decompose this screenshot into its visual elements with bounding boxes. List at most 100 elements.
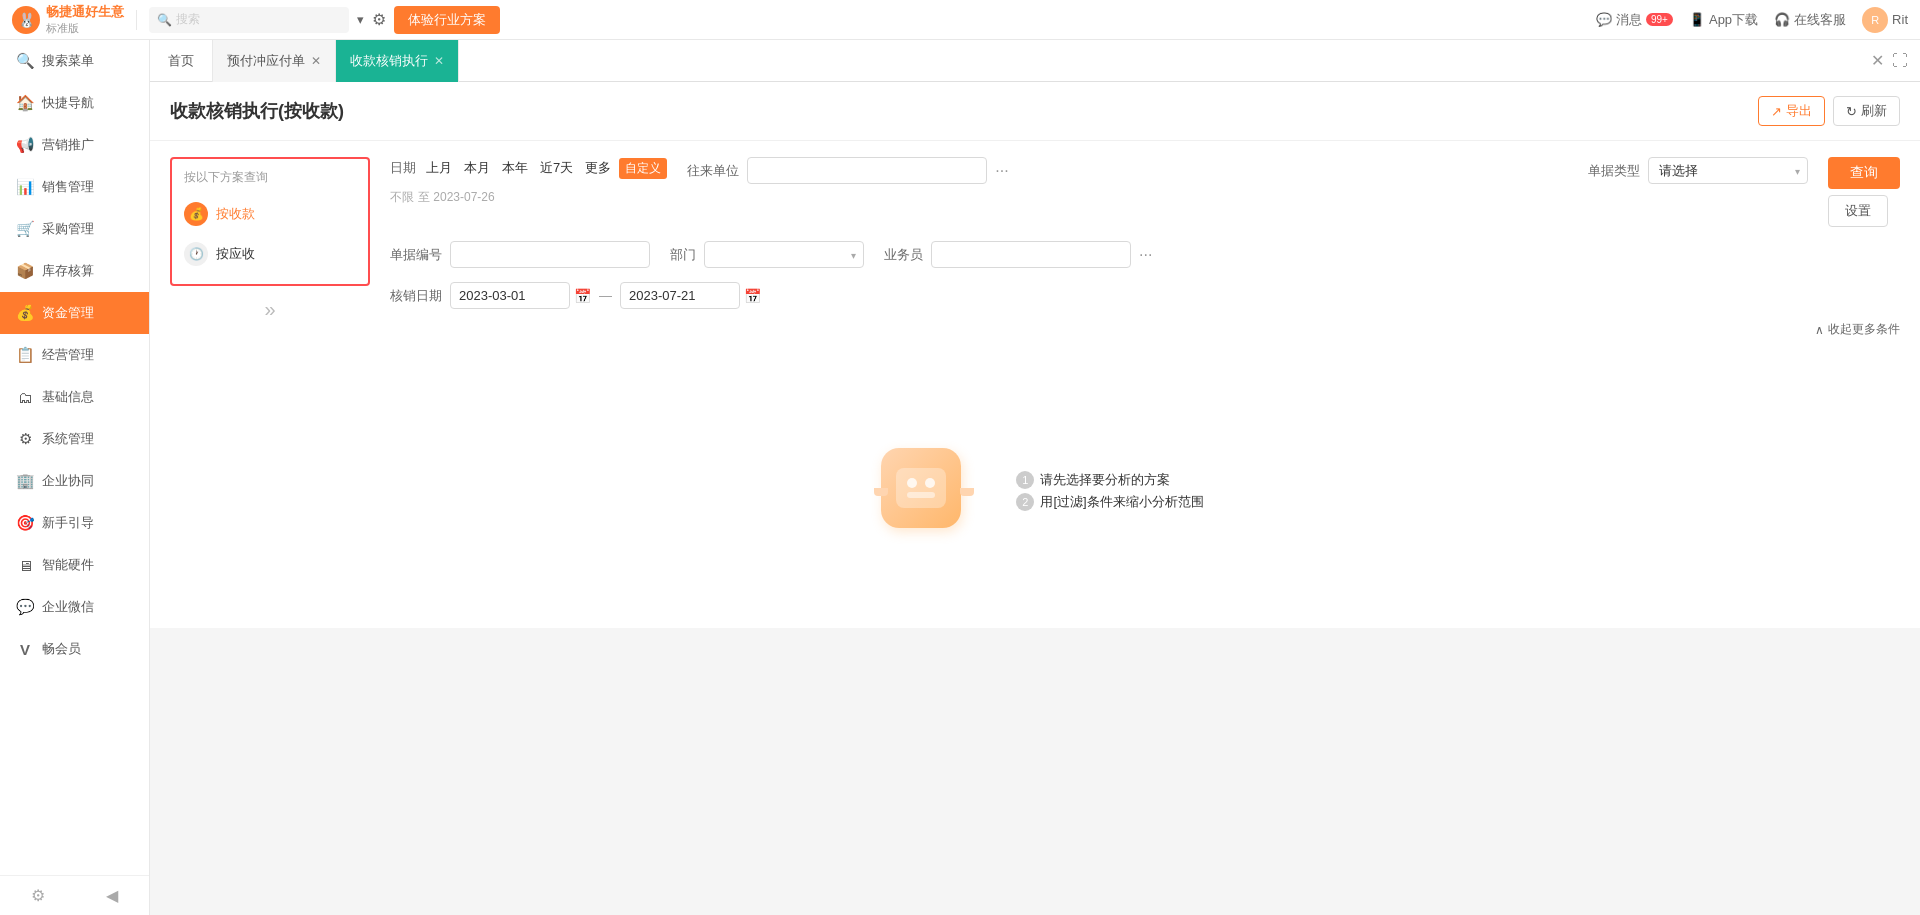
refresh-button[interactable]: ↻ 刷新 — [1833, 96, 1900, 126]
sidebar-item-system[interactable]: ⚙ 系统管理 — [0, 418, 149, 460]
top-right-actions: 💬 消息 99+ 📱 App下载 🎧 在线客服 R Rit — [1596, 7, 1908, 33]
counterpart-label: 往来单位 — [687, 162, 739, 180]
finance-icon: 💰 — [16, 304, 34, 322]
counterpart-item: 往来单位 ··· — [687, 157, 1568, 184]
empty-text: 1 请先选择要分析的方案 2 用[过滤]条件来缩小分析范围 — [1016, 471, 1203, 515]
verify-date-from-calendar-icon[interactable]: 📅 — [574, 288, 591, 304]
date-more[interactable]: 更多 — [581, 157, 615, 179]
sidebar-item-search-menu[interactable]: 🔍 搜索菜单 — [0, 40, 149, 82]
guide-icon: 🎯 — [16, 514, 34, 532]
message-btn[interactable]: 💬 消息 99+ — [1596, 11, 1673, 29]
user-avatar[interactable]: R Rit — [1862, 7, 1908, 33]
logo-text: 畅捷通好生意 标准版 — [46, 3, 124, 36]
sidebar-item-sales[interactable]: 📊 销售管理 — [0, 166, 149, 208]
verify-date-to-calendar-icon[interactable]: 📅 — [744, 288, 761, 304]
voucher-no-input[interactable] — [450, 241, 650, 268]
by-receipt-icon: 💰 — [184, 202, 208, 226]
sales-icon: 📊 — [16, 178, 34, 196]
username: Rit — [1892, 12, 1908, 27]
gear-icon[interactable]: ⚙ — [372, 10, 386, 29]
dept-select-wrapper: ▾ — [704, 241, 864, 268]
refresh-icon: ↻ — [1846, 104, 1857, 119]
sidebar-label-search-menu: 搜索菜单 — [42, 52, 94, 70]
online-service-btn[interactable]: 🎧 在线客服 — [1774, 11, 1846, 29]
collapse-more-button[interactable]: ∧ 收起更多条件 — [1815, 321, 1900, 338]
page-inner: 收款核销执行(按收款) ↗ 导出 ↻ 刷新 — [150, 82, 1920, 628]
filter-collapse-btn[interactable]: » — [170, 286, 370, 321]
step2-icon: 2 — [1016, 493, 1034, 511]
basic-info-icon: 🗂 — [16, 389, 34, 406]
filter-panel-border: 按以下方案查询 💰 按收款 🕐 按应收 — [170, 157, 370, 286]
staff-more-icon[interactable]: ··· — [1139, 246, 1152, 264]
app-download-btn[interactable]: 📱 App下载 — [1689, 11, 1758, 29]
tab-prepay-close-icon[interactable]: ✕ — [311, 54, 321, 68]
verify-date-label: 核销日期 — [390, 287, 442, 305]
settings-button[interactable]: 设置 — [1828, 195, 1888, 227]
sidebar-item-marketing[interactable]: 📢 营销推广 — [0, 124, 149, 166]
date-last-month[interactable]: 上月 — [422, 157, 456, 179]
sidebar-item-inventory[interactable]: 📦 库存核算 — [0, 250, 149, 292]
verify-date-from-input[interactable] — [450, 282, 570, 309]
counterpart-input[interactable] — [747, 157, 987, 184]
system-icon: ⚙ — [16, 430, 34, 448]
quick-nav-icon: 🏠 — [16, 94, 34, 112]
tab-home[interactable]: 首页 — [150, 40, 213, 82]
sidebar-collapse-icon[interactable]: ◀ — [106, 886, 118, 905]
by-receivable-label: 按应收 — [216, 245, 255, 263]
date-this-month[interactable]: 本月 — [460, 157, 494, 179]
sidebar-item-basic-info[interactable]: 🗂 基础信息 — [0, 376, 149, 418]
staff-label: 业务员 — [884, 246, 923, 264]
voucher-type-select[interactable]: 请选择 — [1648, 157, 1808, 184]
dept-select[interactable] — [704, 241, 864, 268]
tab-receipt-verify-label: 收款核销执行 — [350, 52, 428, 70]
tab-close-all-button[interactable]: ✕ — [1871, 51, 1884, 70]
sidebar-label-finance: 资金管理 — [42, 304, 94, 322]
tab-receipt-close-icon[interactable]: ✕ — [434, 54, 444, 68]
sidebar-label-business: 经营管理 — [42, 346, 94, 364]
search-dropdown-icon[interactable]: ▾ — [357, 12, 364, 27]
page-content: 收款核销执行(按收款) ↗ 导出 ↻ 刷新 — [150, 82, 1920, 915]
date-unlimited-label: 不限 — [390, 189, 414, 206]
collapse-row: ∧ 收起更多条件 — [390, 317, 1900, 342]
sidebar-item-guide[interactable]: 🎯 新手引导 — [0, 502, 149, 544]
tab-nav: 首页 预付冲应付单 ✕ 收款核销执行 ✕ — [150, 40, 1859, 82]
sidebar-label-inventory: 库存核算 — [42, 262, 94, 280]
sidebar-item-enterprise[interactable]: 🏢 企业协同 — [0, 460, 149, 502]
sidebar-item-quick-nav[interactable]: 🏠 快捷导航 — [0, 82, 149, 124]
tab-prepay-label: 预付冲应付单 — [227, 52, 305, 70]
solution-button[interactable]: 体验行业方案 — [394, 6, 500, 34]
service-label: 在线客服 — [1794, 11, 1846, 29]
counterpart-more-icon[interactable]: ··· — [995, 162, 1008, 180]
sidebar-label-sales: 销售管理 — [42, 178, 94, 196]
page-header-actions: ↗ 导出 ↻ 刷新 — [1758, 96, 1900, 140]
logo-icon: 🐰 — [12, 6, 40, 34]
member-icon: V — [16, 641, 34, 658]
filter-panel: 按以下方案查询 💰 按收款 🕐 按应收 » — [170, 157, 370, 342]
verify-date-separator: — — [599, 288, 612, 303]
filter-option-by-receivable[interactable]: 🕐 按应收 — [172, 234, 368, 274]
sidebar-settings-icon[interactable]: ⚙ — [31, 886, 45, 905]
inventory-icon: 📦 — [16, 262, 34, 280]
sidebar-item-purchase[interactable]: 🛒 采购管理 — [0, 208, 149, 250]
export-button[interactable]: ↗ 导出 — [1758, 96, 1825, 126]
date-custom-badge[interactable]: 自定义 — [619, 158, 667, 179]
page-title: 收款核销执行(按收款) — [170, 99, 344, 137]
query-button[interactable]: 查询 — [1828, 157, 1900, 189]
filter-form: 日期 上月 本月 本年 近7天 更多 自定义 — [370, 157, 1900, 342]
wechat-icon: 💬 — [16, 598, 34, 616]
date-this-year[interactable]: 本年 — [498, 157, 532, 179]
sidebar-item-business[interactable]: 📋 经营管理 — [0, 334, 149, 376]
staff-input[interactable] — [931, 241, 1131, 268]
verify-date-to-input[interactable] — [620, 282, 740, 309]
filter-option-by-receipt[interactable]: 💰 按收款 — [172, 194, 368, 234]
tab-prepay[interactable]: 预付冲应付单 ✕ — [213, 40, 336, 82]
sidebar-item-hardware[interactable]: 🖥 智能硬件 — [0, 544, 149, 586]
voucher-type-item: 单据类型 请选择 ▾ — [1588, 157, 1808, 184]
date-7days[interactable]: 近7天 — [536, 157, 577, 179]
sidebar-item-wechat[interactable]: 💬 企业微信 — [0, 586, 149, 628]
tab-expand-button[interactable]: ⛶ — [1892, 52, 1908, 70]
sidebar-item-member[interactable]: V 畅会员 — [0, 628, 149, 670]
tab-receipt-verify[interactable]: 收款核销执行 ✕ — [336, 40, 459, 82]
search-box[interactable]: 🔍 搜索 — [149, 7, 349, 33]
sidebar-item-finance[interactable]: 💰 资金管理 — [0, 292, 149, 334]
